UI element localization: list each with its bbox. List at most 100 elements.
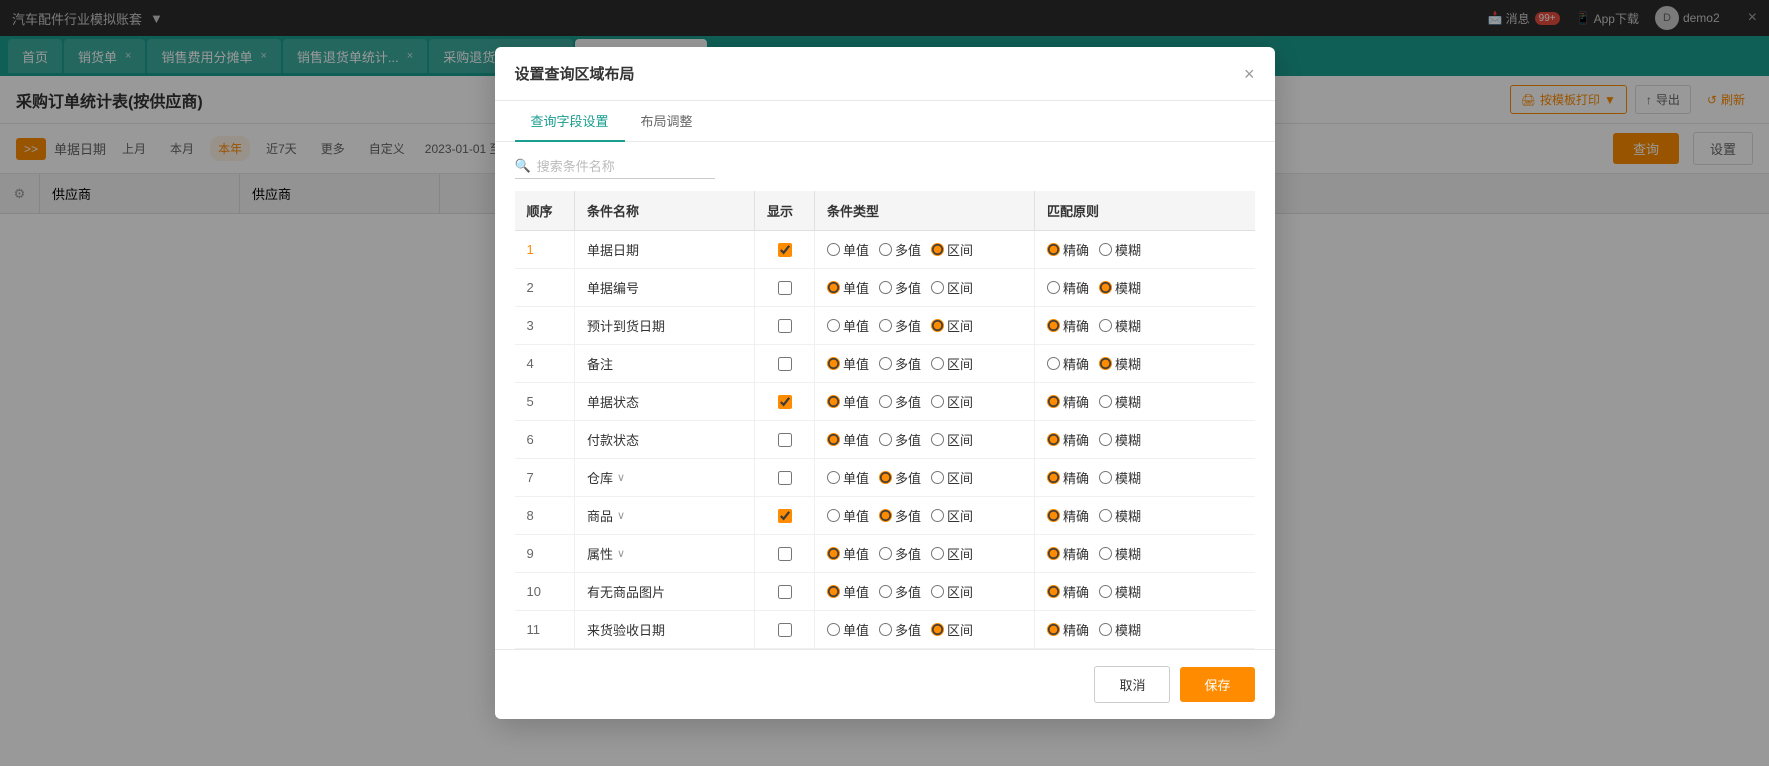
match-rule-fuzzy-radio[interactable] [1099,281,1112,294]
condition-type-range-radio[interactable] [931,509,944,522]
match-rule-exact-radio[interactable] [1047,243,1060,256]
match-rule-fuzzy-radio[interactable] [1099,585,1112,598]
match-rule-fuzzy-radio[interactable] [1099,433,1112,446]
condition-type-multi-label[interactable]: 多值 [879,544,921,563]
match-rule-fuzzy-label[interactable]: 模糊 [1099,544,1141,563]
save-button[interactable]: 保存 [1180,667,1254,702]
condition-type-multi-label[interactable]: 多值 [879,468,921,487]
condition-type-multi-label[interactable]: 多值 [879,240,921,259]
condition-type-range-radio[interactable] [931,547,944,560]
condition-type-range-label[interactable]: 区间 [931,354,973,373]
condition-type-multi-label[interactable]: 多值 [879,620,921,639]
condition-type-multi-radio[interactable] [879,471,892,484]
match-rule-fuzzy-radio[interactable] [1099,471,1112,484]
condition-type-range-radio[interactable] [931,281,944,294]
condition-type-range-label[interactable]: 区间 [931,620,973,639]
condition-type-single-radio[interactable] [827,471,840,484]
match-rule-fuzzy-radio[interactable] [1099,509,1112,522]
match-rule-exact-label[interactable]: 精确 [1047,354,1089,373]
search-input[interactable] [537,159,697,174]
condition-type-single-label[interactable]: 单值 [827,354,869,373]
condition-type-range-radio[interactable] [931,433,944,446]
condition-type-single-radio[interactable] [827,395,840,408]
match-rule-exact-label[interactable]: 精确 [1047,468,1089,487]
match-rule-exact-radio[interactable] [1047,623,1060,636]
condition-type-single-label[interactable]: 单值 [827,430,869,449]
condition-type-range-radio[interactable] [931,319,944,332]
condition-type-multi-radio[interactable] [879,623,892,636]
cancel-button[interactable]: 取消 [1094,666,1170,703]
condition-type-range-label[interactable]: 区间 [931,506,973,525]
display-checkbox[interactable] [778,243,792,257]
match-rule-exact-label[interactable]: 精确 [1047,544,1089,563]
condition-type-multi-label[interactable]: 多值 [879,430,921,449]
condition-type-multi-label[interactable]: 多值 [879,506,921,525]
condition-type-single-radio[interactable] [827,243,840,256]
display-checkbox[interactable] [778,471,792,485]
condition-type-single-label[interactable]: 单值 [827,544,869,563]
condition-type-single-label[interactable]: 单值 [827,316,869,335]
match-rule-fuzzy-label[interactable]: 模糊 [1099,354,1141,373]
condition-type-multi-radio[interactable] [879,585,892,598]
condition-type-single-radio[interactable] [827,547,840,560]
condition-type-multi-label[interactable]: 多值 [879,582,921,601]
condition-type-range-radio[interactable] [931,623,944,636]
condition-type-single-radio[interactable] [827,281,840,294]
condition-type-range-radio[interactable] [931,357,944,370]
match-rule-exact-radio[interactable] [1047,471,1060,484]
modal-close-button[interactable]: × [1244,65,1255,83]
condition-type-multi-radio[interactable] [879,243,892,256]
display-checkbox[interactable] [778,585,792,599]
match-rule-fuzzy-radio[interactable] [1099,623,1112,636]
match-rule-fuzzy-radio[interactable] [1099,395,1112,408]
display-checkbox[interactable] [778,319,792,333]
condition-type-single-label[interactable]: 单值 [827,392,869,411]
condition-type-single-label[interactable]: 单值 [827,582,869,601]
match-rule-fuzzy-radio[interactable] [1099,243,1112,256]
condition-type-range-label[interactable]: 区间 [931,468,973,487]
match-rule-exact-label[interactable]: 精确 [1047,620,1089,639]
match-rule-exact-radio[interactable] [1047,547,1060,560]
condition-type-range-label[interactable]: 区间 [931,316,973,335]
match-rule-fuzzy-label[interactable]: 模糊 [1099,316,1141,335]
match-rule-exact-radio[interactable] [1047,395,1060,408]
match-rule-exact-label[interactable]: 精确 [1047,316,1089,335]
expand-icon[interactable]: ∨ [617,471,625,484]
condition-type-multi-label[interactable]: 多值 [879,392,921,411]
condition-type-multi-radio[interactable] [879,433,892,446]
condition-type-single-label[interactable]: 单值 [827,620,869,639]
expand-icon[interactable]: ∨ [617,509,625,522]
match-rule-fuzzy-label[interactable]: 模糊 [1099,620,1141,639]
condition-type-range-label[interactable]: 区间 [931,582,973,601]
condition-type-single-radio[interactable] [827,509,840,522]
condition-type-single-label[interactable]: 单值 [827,278,869,297]
condition-type-range-radio[interactable] [931,243,944,256]
condition-type-multi-radio[interactable] [879,319,892,332]
condition-type-range-label[interactable]: 区间 [931,392,973,411]
display-checkbox[interactable] [778,281,792,295]
condition-type-multi-radio[interactable] [879,395,892,408]
condition-type-multi-label[interactable]: 多值 [879,354,921,373]
condition-type-range-label[interactable]: 区间 [931,544,973,563]
match-rule-fuzzy-label[interactable]: 模糊 [1099,392,1141,411]
match-rule-exact-radio[interactable] [1047,281,1060,294]
match-rule-exact-label[interactable]: 精确 [1047,392,1089,411]
match-rule-exact-radio[interactable] [1047,357,1060,370]
condition-type-single-radio[interactable] [827,319,840,332]
match-rule-fuzzy-radio[interactable] [1099,357,1112,370]
match-rule-exact-label[interactable]: 精确 [1047,240,1089,259]
condition-type-range-radio[interactable] [931,395,944,408]
condition-type-multi-label[interactable]: 多值 [879,316,921,335]
match-rule-exact-label[interactable]: 精确 [1047,506,1089,525]
match-rule-fuzzy-label[interactable]: 模糊 [1099,278,1141,297]
display-checkbox[interactable] [778,433,792,447]
match-rule-fuzzy-label[interactable]: 模糊 [1099,582,1141,601]
condition-type-multi-radio[interactable] [879,547,892,560]
condition-type-range-label[interactable]: 区间 [931,278,973,297]
match-rule-exact-radio[interactable] [1047,433,1060,446]
match-rule-fuzzy-label[interactable]: 模糊 [1099,240,1141,259]
condition-type-single-radio[interactable] [827,433,840,446]
display-checkbox[interactable] [778,547,792,561]
display-checkbox[interactable] [778,357,792,371]
match-rule-fuzzy-radio[interactable] [1099,547,1112,560]
